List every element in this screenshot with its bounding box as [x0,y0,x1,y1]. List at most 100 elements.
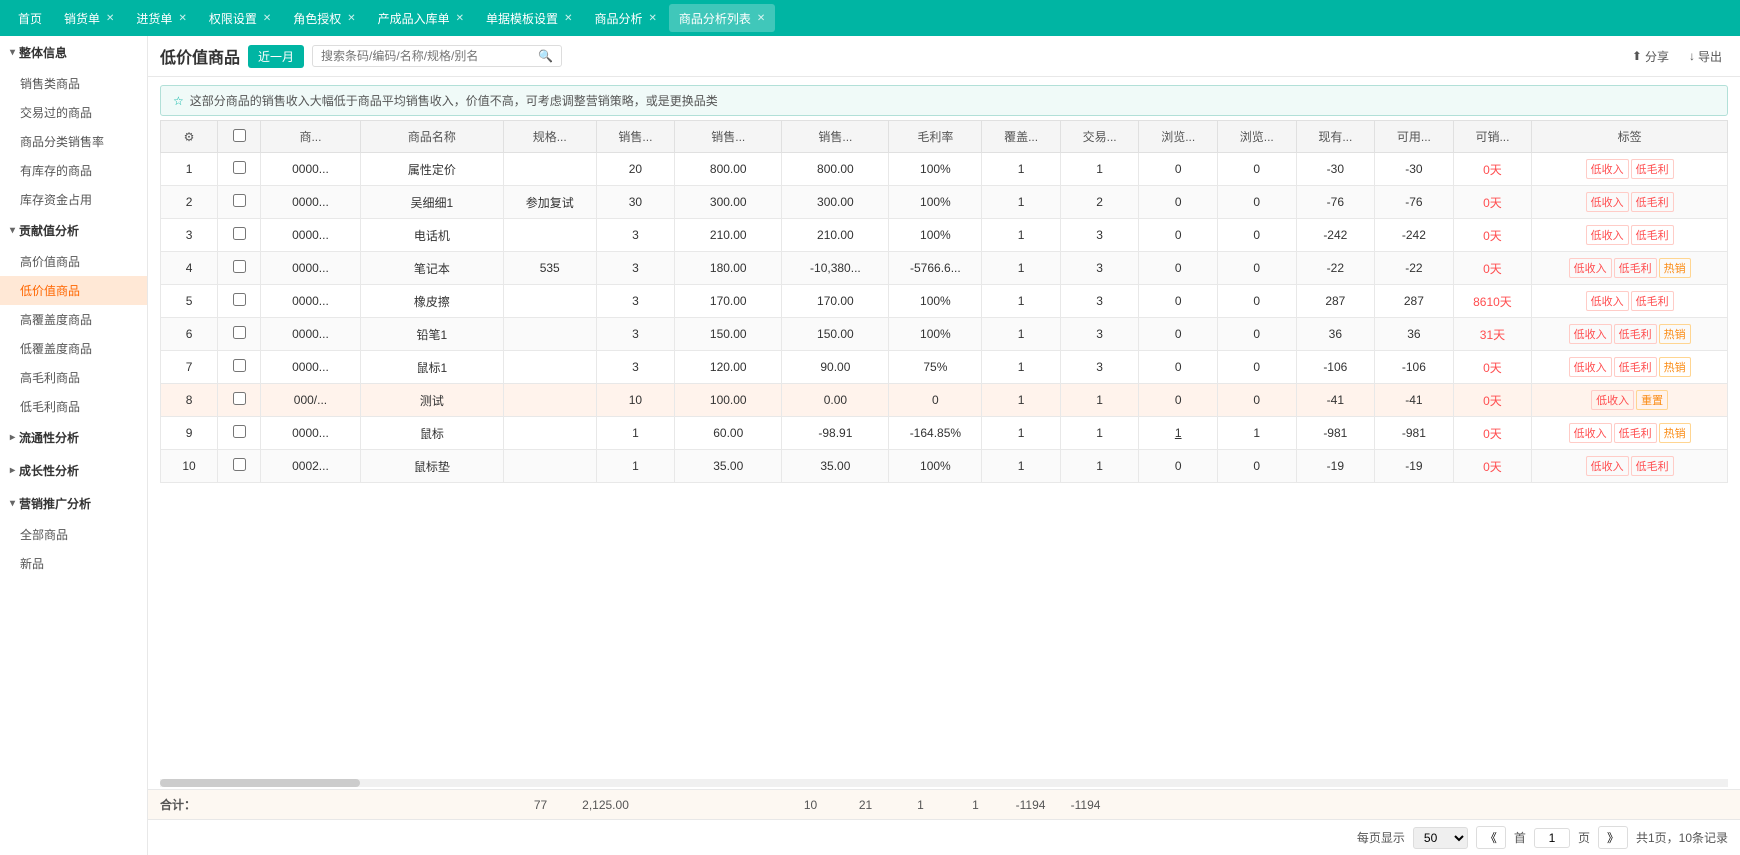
horizontal-scrollbar[interactable] [160,779,1728,787]
cell-browse1[interactable]: 0 [1139,285,1218,318]
nav-close-purchase[interactable]: ✕ [178,13,186,24]
scroll-thumb[interactable] [160,779,360,787]
cell-browse1[interactable]: 0 [1139,450,1218,483]
cell-seq: 4 [161,252,218,285]
nav-close-warehouse[interactable]: ✕ [456,13,464,24]
cell-cover: 1 [982,219,1061,252]
cell-check[interactable] [218,318,261,351]
row-checkbox[interactable] [233,458,246,471]
row-checkbox[interactable] [233,392,246,405]
chevron-down-icon-2: ▾ [10,225,15,236]
th-browse2: 浏览... [1217,121,1296,153]
cell-name: 电话机 [360,219,503,252]
first-page-btn[interactable]: 《 [1476,826,1506,849]
cell-check[interactable] [218,219,261,252]
nav-close-analysis-list[interactable]: ✕ [757,13,765,24]
sidebar-item-low-margin[interactable]: 低毛利商品 [0,392,147,421]
sidebar-group-growth[interactable]: ▸ 成长性分析 [0,454,147,487]
cell-check[interactable] [218,153,261,186]
cell-sale1: 100.00 [675,384,782,417]
cell-sale1: 170.00 [675,285,782,318]
sidebar-item-high-margin[interactable]: 高毛利商品 [0,363,147,392]
sidebar-group-marketing[interactable]: ▾ 营销推广分析 [0,487,147,520]
search-input[interactable] [321,49,534,63]
share-button[interactable]: ⬆ 分享 [1626,45,1675,68]
cell-check[interactable] [218,252,261,285]
tag: 重置 [1636,390,1668,410]
sidebar-item-low-coverage[interactable]: 低覆盖度商品 [0,334,147,363]
nav-analysis[interactable]: 商品分析 ✕ [584,4,666,32]
cell-browse1[interactable]: 0 [1139,318,1218,351]
cell-browse1[interactable]: 0 [1139,153,1218,186]
cell-browse1[interactable]: 1 [1139,417,1218,450]
cell-check[interactable] [218,450,261,483]
cell-check[interactable] [218,384,261,417]
cell-rate: 100% [889,285,982,318]
th-settings[interactable]: ⚙ [161,121,218,153]
cell-check[interactable] [218,186,261,219]
sidebar-item-sales-goods[interactable]: 销售类商品 [0,69,147,98]
tag: 低收入 [1586,192,1629,212]
select-all-checkbox[interactable] [233,129,246,142]
table-wrapper[interactable]: ⚙ 商... 商品名称 规格... 销售... 销售... 销售... 毛利率 … [148,120,1740,777]
row-checkbox[interactable] [233,194,246,207]
nav-perm[interactable]: 权限设置 ✕ [199,4,281,32]
nav-close-template[interactable]: ✕ [564,13,572,24]
cell-check[interactable] [218,417,261,450]
nav-role[interactable]: 角色授权 ✕ [283,4,365,32]
sidebar-item-inventory-fund[interactable]: 库存资金占用 [0,185,147,214]
filter-recent-month[interactable]: 近一月 [248,45,304,68]
nav-close-sales[interactable]: ✕ [106,13,114,24]
row-checkbox[interactable] [233,227,246,240]
sidebar-item-category-rate[interactable]: 商品分类销售率 [0,127,147,156]
sidebar-item-traded[interactable]: 交易过的商品 [0,98,147,127]
cell-spec [503,384,596,417]
cell-sale2: 800.00 [782,153,889,186]
tag: 低收入 [1569,423,1612,443]
sidebar-item-new-goods[interactable]: 新品 [0,549,147,578]
row-checkbox[interactable] [233,260,246,273]
nav-sales[interactable]: 销货单 ✕ [54,4,124,32]
tag: 低收入 [1586,456,1629,476]
nav-close-perm[interactable]: ✕ [263,13,271,24]
sidebar-group-contribution[interactable]: ▾ 贡献值分析 [0,214,147,247]
nav-analysis-list[interactable]: 商品分析列表 ✕ [669,4,775,32]
cell-stock1: -22 [1296,252,1375,285]
cell-seq: 3 [161,219,218,252]
page-number-input[interactable] [1534,828,1570,848]
sidebar-item-high-coverage[interactable]: 高覆盖度商品 [0,305,147,334]
cell-cover: 1 [982,153,1061,186]
row-checkbox[interactable] [233,425,246,438]
nav-close-analysis[interactable]: ✕ [648,13,656,24]
nav-close-role[interactable]: ✕ [347,13,355,24]
per-page-select[interactable]: 50 100 200 [1413,827,1468,849]
sidebar-group-flow[interactable]: ▸ 流通性分析 [0,421,147,454]
cell-name: 橡皮擦 [360,285,503,318]
search-icon[interactable]: 🔍 [538,49,553,63]
nav-home[interactable]: 首页 [8,4,52,32]
cell-browse1[interactable]: 0 [1139,351,1218,384]
nav-warehouse[interactable]: 产成品入库单 ✕ [368,4,474,32]
cell-browse1[interactable]: 0 [1139,219,1218,252]
cell-check[interactable] [218,285,261,318]
sidebar-item-all-goods[interactable]: 全部商品 [0,520,147,549]
th-checkbox[interactable] [218,121,261,153]
export-button[interactable]: ↓ 导出 [1683,45,1728,68]
row-checkbox[interactable] [233,326,246,339]
sidebar-item-stocked[interactable]: 有库存的商品 [0,156,147,185]
cell-browse1[interactable]: 0 [1139,186,1218,219]
row-checkbox[interactable] [233,293,246,306]
nav-template[interactable]: 单据模板设置 ✕ [476,4,582,32]
cell-check[interactable] [218,351,261,384]
per-page-label: 每页显示 [1357,829,1405,846]
cell-browse1[interactable]: 0 [1139,252,1218,285]
row-checkbox[interactable] [233,161,246,174]
sidebar-item-high-value[interactable]: 高价值商品 [0,247,147,276]
row-checkbox[interactable] [233,359,246,372]
last-page-btn[interactable]: 》 [1598,826,1628,849]
sidebar-item-low-value[interactable]: 低价值商品 [0,276,147,305]
nav-purchase[interactable]: 进货单 ✕ [126,4,196,32]
sidebar-group-overall[interactable]: ▾ 整体信息 [0,36,147,69]
footer-total-browse1: 1 [893,798,948,812]
cell-browse1[interactable]: 0 [1139,384,1218,417]
